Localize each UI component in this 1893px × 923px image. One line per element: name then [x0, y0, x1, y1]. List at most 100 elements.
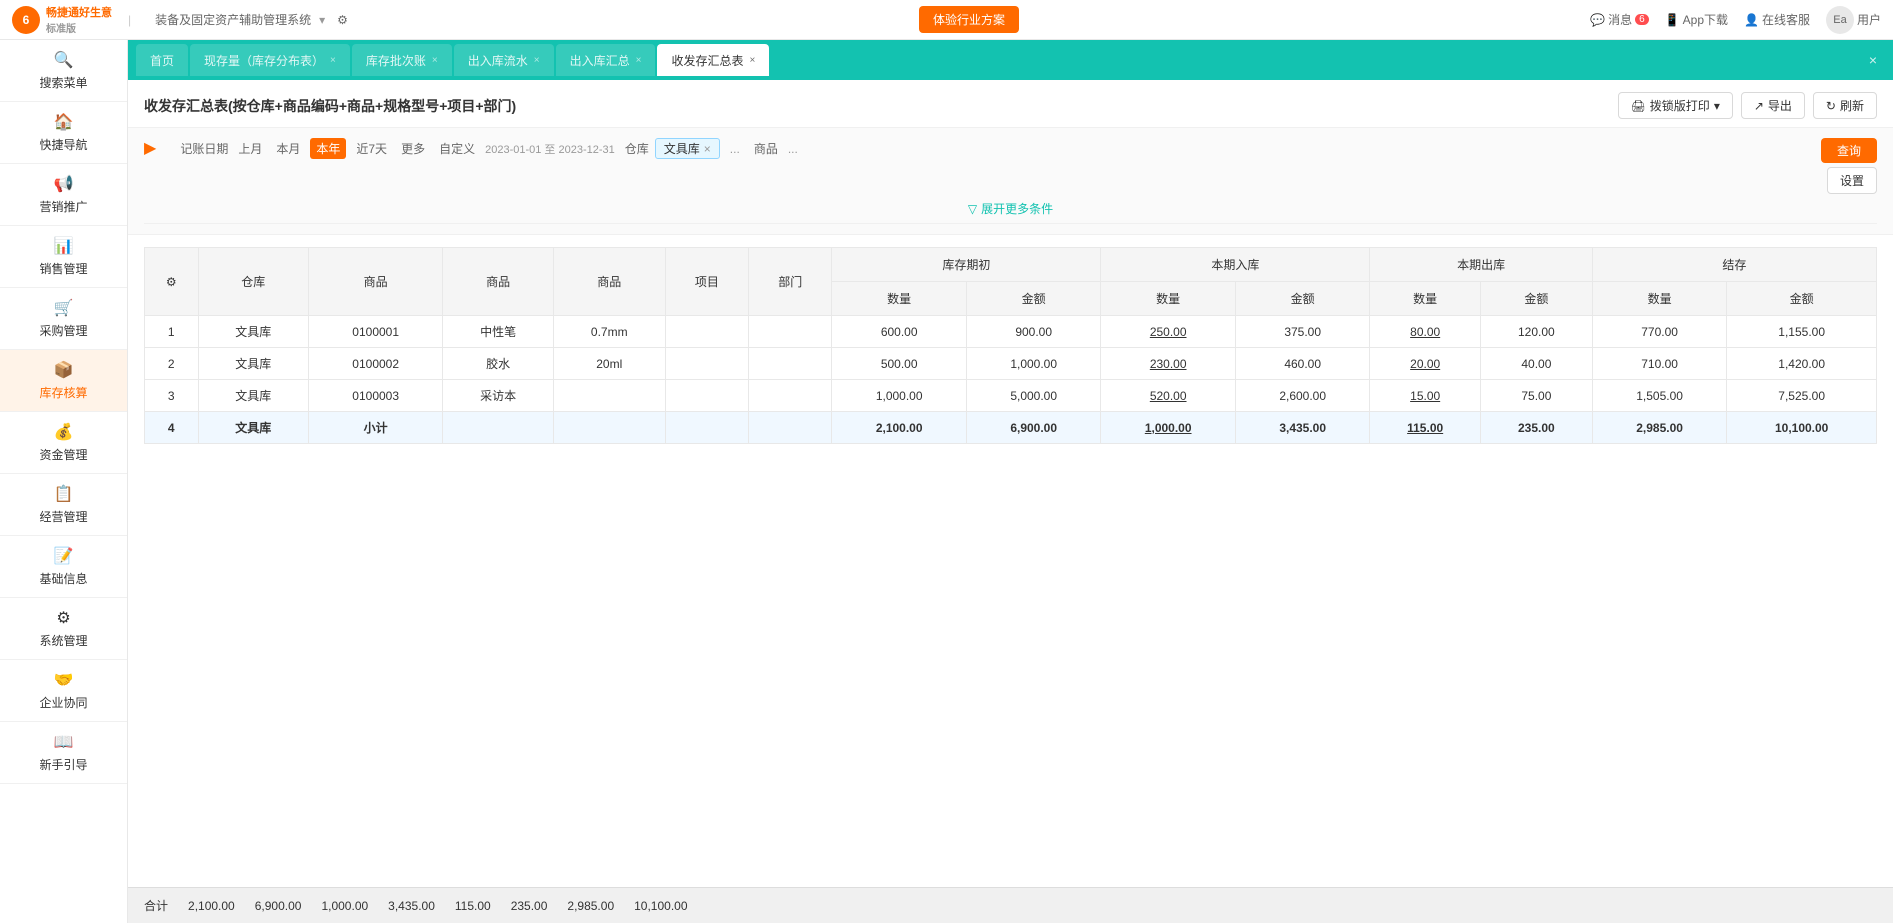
cell-warehouse-2: 文具库 — [198, 348, 308, 380]
sidebar-item-purchase[interactable]: 🛒 采购管理 — [0, 288, 127, 350]
dropdown-icon[interactable]: ▾ — [319, 13, 325, 27]
tab-batch-account-close[interactable]: × — [432, 55, 438, 66]
date-tab-last-month[interactable]: 上月 — [234, 138, 266, 159]
cell-spec-3 — [553, 380, 665, 412]
tab-in-out-flow-close[interactable]: × — [534, 55, 540, 66]
cell-subtotal-in-amt: 3,435.00 — [1235, 412, 1370, 444]
sidebar-item-enterprise[interactable]: 🤝 企业协同 — [0, 660, 127, 722]
app-name: 畅捷通好生意 — [46, 4, 112, 20]
top-bar-left: 6 畅捷通好生意 标准版 | 装备及固定资产辅助管理系统 ▾ ⚙ — [12, 4, 348, 35]
date-tab-this-month[interactable]: 本月 — [272, 138, 304, 159]
app-download-btn[interactable]: 📱 App下载 — [1665, 11, 1728, 28]
settings-icon[interactable]: ⚙ — [337, 13, 348, 27]
tab-stock-distribution-close[interactable]: × — [330, 55, 336, 66]
sidebar-label-system: 系统管理 — [39, 632, 87, 649]
th-settings[interactable]: ⚙ — [145, 248, 199, 316]
cell-in-qty-3[interactable]: 520.00 — [1101, 380, 1236, 412]
app-name-group: 畅捷通好生意 标准版 — [46, 4, 112, 35]
cell-no-3: 3 — [145, 380, 199, 412]
logo-area: 6 畅捷通好生意 标准版 — [12, 4, 112, 35]
cell-out-qty-1[interactable]: 80.00 — [1370, 316, 1480, 348]
cell-code-2: 0100002 — [308, 348, 443, 380]
th-goods-spec: 商品 — [553, 248, 665, 316]
settings-button[interactable]: 设置 — [1827, 167, 1877, 194]
sidebar-item-inventory[interactable]: 📦 库存核算 — [0, 350, 127, 412]
date-tab-7days[interactable]: 近7天 — [352, 138, 391, 159]
cell-open-qty-2: 500.00 — [832, 348, 967, 380]
cell-out-qty-2[interactable]: 20.00 — [1370, 348, 1480, 380]
sidebar-item-guide[interactable]: 📖 新手引导 — [0, 722, 127, 784]
tab-home[interactable]: 首页 — [136, 44, 188, 76]
sidebar-item-sales[interactable]: 📊 销售管理 — [0, 226, 127, 288]
date-tab-this-year[interactable]: 本年 — [310, 138, 346, 159]
cell-subtotal-bal-amt: 10,100.00 — [1727, 412, 1877, 444]
total-bal-amt: 10,100.00 — [634, 899, 687, 913]
search-icon: 🔍 — [54, 50, 74, 70]
sidebar-item-quick-nav[interactable]: 🏠 快捷导航 — [0, 102, 127, 164]
warehouse-ellipsis[interactable]: ... — [726, 142, 744, 156]
sidebar-label-guide: 新手引导 — [39, 756, 87, 773]
sidebar-item-marketing[interactable]: 📢 营销推广 — [0, 164, 127, 226]
warehouse-tag[interactable]: 文具库 × — [655, 138, 720, 159]
goods-label: 商品 — [754, 140, 778, 157]
content-area: 首页 现存量（库存分布表） × 库存批次账 × 出入库流水 × 出入库汇总 × — [128, 40, 1893, 923]
cell-subtotal-in-qty[interactable]: 1,000.00 — [1101, 412, 1236, 444]
cell-bal-qty-1: 770.00 — [1592, 316, 1727, 348]
tab-batch-account-label: 库存批次账 — [366, 52, 426, 69]
tab-stock-distribution[interactable]: 现存量（库存分布表） × — [190, 44, 350, 76]
cell-project-2 — [665, 348, 748, 380]
sidebar-item-search[interactable]: 🔍 搜索菜单 — [0, 40, 127, 102]
message-btn[interactable]: 💬 消息 6 — [1590, 11, 1649, 28]
tab-in-out-flow-label: 出入库流水 — [468, 52, 528, 69]
cell-in-qty-2[interactable]: 230.00 — [1101, 348, 1236, 380]
date-tab-custom[interactable]: 自定义 — [435, 138, 479, 159]
cell-code-3: 0100003 — [308, 380, 443, 412]
sidebar-item-operations[interactable]: 📋 经营管理 — [0, 474, 127, 536]
gear-icon: ⚙ — [56, 608, 70, 628]
tab-in-out-summary[interactable]: 出入库汇总 × — [556, 44, 656, 76]
cell-in-qty-1[interactable]: 250.00 — [1101, 316, 1236, 348]
export-icon: ↗ — [1754, 99, 1764, 113]
th-opening: 库存期初 — [832, 248, 1101, 282]
date-tab-more[interactable]: 更多 — [397, 138, 429, 159]
warehouse-tag-close[interactable]: × — [704, 142, 711, 156]
tab-in-out-flow[interactable]: 出入库流水 × — [454, 44, 554, 76]
query-button[interactable]: 查询 — [1821, 138, 1877, 163]
megaphone-icon: 📢 — [54, 174, 74, 194]
tab-in-out-summary-close[interactable]: × — [636, 55, 642, 66]
date-label: 记账日期 — [180, 140, 228, 157]
table-settings-icon[interactable]: ⚙ — [166, 275, 177, 289]
tab-receive-send-summary[interactable]: 收发存汇总表 × — [657, 44, 769, 76]
book-icon: 📖 — [54, 732, 74, 752]
export-button[interactable]: ↗ 导出 — [1741, 92, 1805, 119]
online-service-btn[interactable]: 👤 在线客服 — [1744, 11, 1810, 28]
filter-collapse-btn[interactable]: ▶ — [144, 138, 156, 158]
cell-out-qty-3[interactable]: 15.00 — [1370, 380, 1480, 412]
print-button[interactable]: 🖨 拨锁版打印 ▾ — [1618, 92, 1733, 119]
experience-button[interactable]: 体验行业方案 — [919, 6, 1019, 33]
tab-batch-account[interactable]: 库存批次账 × — [352, 44, 452, 76]
cell-subtotal-out-qty[interactable]: 115.00 — [1370, 412, 1480, 444]
expand-more-btn[interactable]: ▽ 展开更多条件 — [968, 200, 1053, 217]
sidebar-item-basic-info[interactable]: 📝 基础信息 — [0, 536, 127, 598]
total-in-qty: 1,000.00 — [321, 899, 368, 913]
cell-warehouse-3: 文具库 — [198, 380, 308, 412]
cell-bal-qty-3: 1,505.00 — [1592, 380, 1727, 412]
cell-out-amt-2: 40.00 — [1480, 348, 1592, 380]
sidebar-item-finance[interactable]: 💰 资金管理 — [0, 412, 127, 474]
cell-bal-amt-2: 1,420.00 — [1727, 348, 1877, 380]
close-all-btn[interactable]: × — [1861, 52, 1885, 68]
sidebar-label-search: 搜索菜单 — [39, 74, 87, 91]
goods-ellipsis[interactable]: ... — [784, 142, 802, 156]
th-department: 部门 — [749, 248, 832, 316]
sidebar-item-system[interactable]: ⚙ 系统管理 — [0, 598, 127, 660]
goods-field-group: 商品 ... — [754, 140, 802, 157]
service-icon: 👤 — [1744, 13, 1759, 27]
th-out-qty: 数量 — [1370, 282, 1480, 316]
th-goods-code: 商品 — [308, 248, 443, 316]
user-area[interactable]: Ea 用户 — [1826, 6, 1881, 34]
sidebar-label-finance: 资金管理 — [39, 446, 87, 463]
tab-receive-send-summary-close[interactable]: × — [749, 55, 755, 66]
refresh-button[interactable]: ↻ 刷新 — [1813, 92, 1877, 119]
cell-no-2: 2 — [145, 348, 199, 380]
